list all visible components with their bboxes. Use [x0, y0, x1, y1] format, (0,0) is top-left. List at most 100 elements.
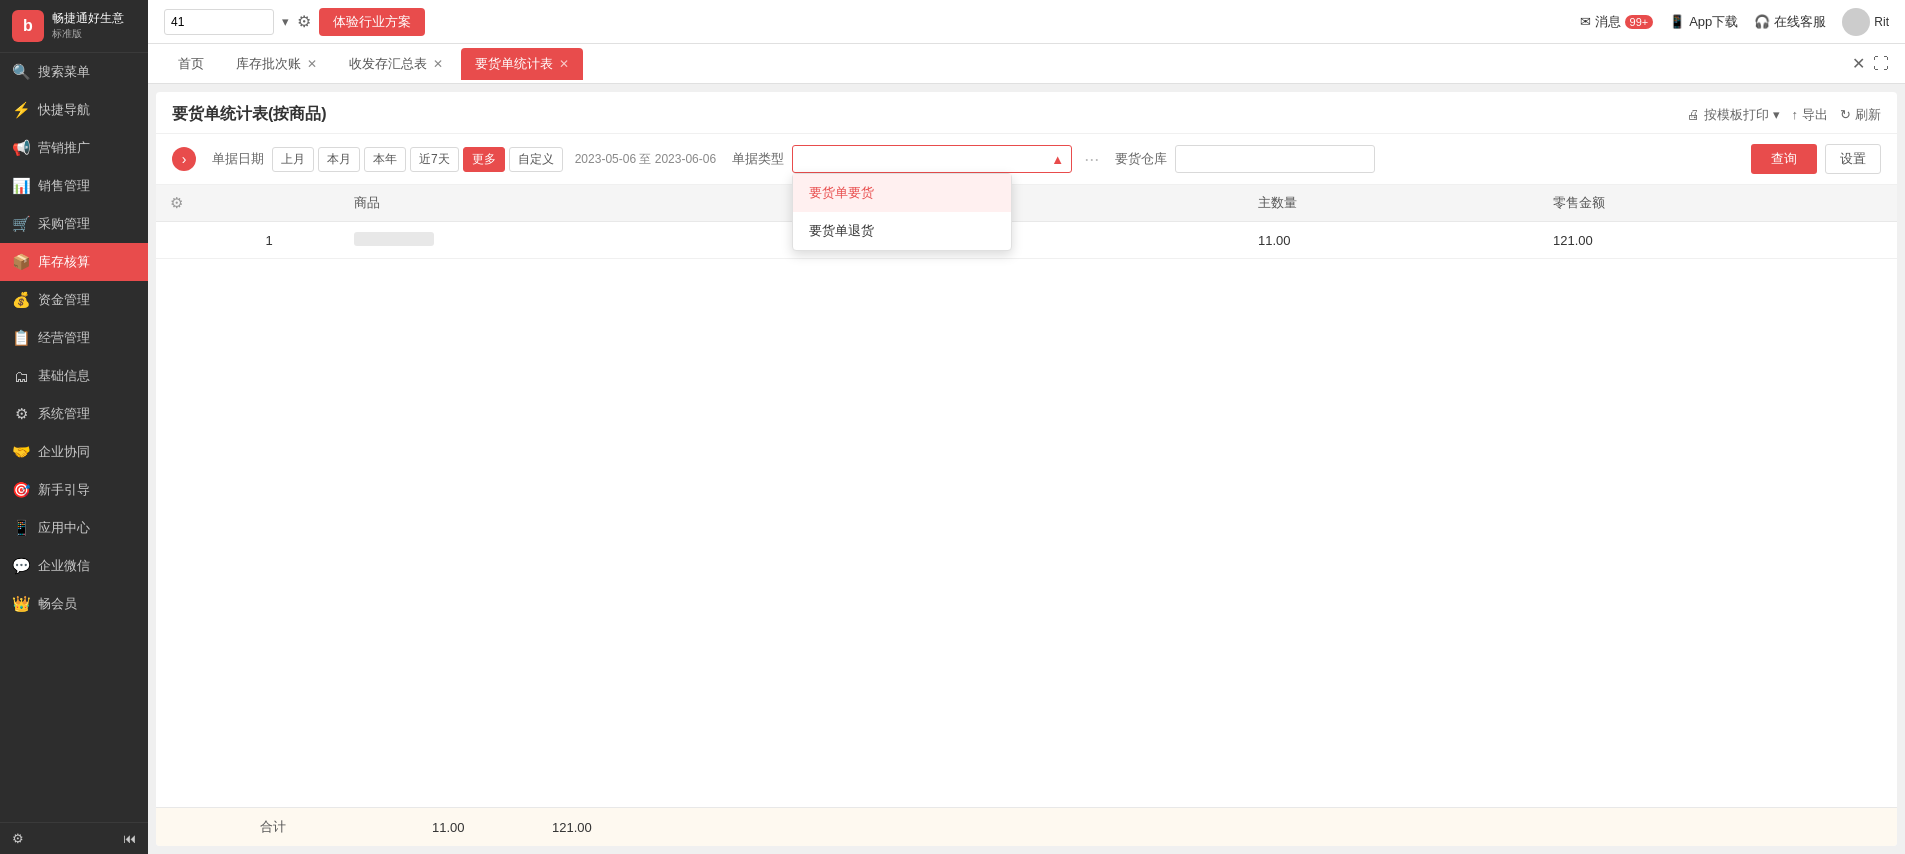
- row-settings-cell: [156, 222, 196, 259]
- wechat-icon: 💬: [12, 557, 30, 575]
- topbar-right: ✉ 消息 99+ 📱 App下载 🎧 在线客服 Rit: [1580, 8, 1889, 36]
- query-button[interactable]: 查询: [1751, 144, 1817, 174]
- sidebar-item-label-inventory: 库存核算: [38, 253, 90, 271]
- page-header: 要货单统计表(按商品) 🖨 按模板打印 ▾ ↑ 导出 ↻ 刷新: [156, 92, 1897, 134]
- sales-icon: 📊: [12, 177, 30, 195]
- tab-expand[interactable]: ⛶: [1873, 55, 1889, 73]
- filter-bar: › 单据日期 上月 本月 本年 近7天 更多 自定义 2023-05-06 至 …: [156, 134, 1897, 185]
- tab-goods-order-stats-close[interactable]: ✕: [559, 57, 569, 71]
- date-btn-more[interactable]: 更多: [463, 147, 505, 172]
- sidebar-item-operations[interactable]: 📋经营管理: [0, 319, 148, 357]
- footer-label: 合计: [260, 818, 300, 836]
- tab-receivable-summary-close[interactable]: ✕: [433, 57, 443, 71]
- messages-badge: 99+: [1625, 15, 1654, 29]
- basic-icon: 🗂: [12, 367, 30, 385]
- table-wrapper: ⚙ 商品 主计量单位 主数量 零售金额 1: [156, 185, 1897, 807]
- operations-icon: 📋: [12, 329, 30, 347]
- topbar-search-input[interactable]: [164, 9, 274, 35]
- online-service-button[interactable]: 🎧 在线客服: [1754, 13, 1826, 31]
- setting-button[interactable]: 设置: [1825, 144, 1881, 174]
- app-download-button[interactable]: 📱 App下载: [1669, 13, 1738, 31]
- settings-gear[interactable]: ⚙: [12, 831, 24, 846]
- sidebar-item-label-apps: 应用中心: [38, 519, 90, 537]
- headset-icon: 🎧: [1754, 14, 1770, 29]
- search-icon: 🔍: [12, 63, 30, 81]
- warehouse-filter-label: 要货仓库: [1115, 150, 1167, 168]
- type-select-input[interactable]: [792, 145, 1072, 173]
- row-quantity-cell: 11.00: [1246, 222, 1541, 259]
- sidebar-item-search[interactable]: 🔍搜索菜单: [0, 53, 148, 91]
- export-label: 导出: [1802, 106, 1828, 124]
- sidebar-item-enterprise[interactable]: 🤝企业协同: [0, 433, 148, 471]
- sidebar-collapse[interactable]: ⏮: [123, 831, 136, 846]
- sidebar-item-inventory[interactable]: 📦 库存核算: [0, 243, 148, 281]
- warehouse-filter-group: 要货仓库: [1115, 145, 1375, 173]
- date-btn-last-month[interactable]: 上月: [272, 147, 314, 172]
- sidebar-item-purchase[interactable]: 🛒采购管理: [0, 205, 148, 243]
- type-more-dots[interactable]: ···: [1084, 149, 1099, 170]
- filter-expand-button[interactable]: ›: [172, 147, 196, 171]
- user-profile[interactable]: Rit: [1842, 8, 1889, 36]
- date-btn-this-year[interactable]: 本年: [364, 147, 406, 172]
- tab-receivable-summary[interactable]: 收发存汇总表 ✕: [335, 48, 457, 80]
- warehouse-select-input[interactable]: [1175, 145, 1375, 173]
- marketing-icon: 📢: [12, 139, 30, 157]
- refresh-button[interactable]: ↻ 刷新: [1840, 106, 1881, 124]
- sidebar-item-label-system: 系统管理: [38, 405, 90, 423]
- online-service-label: 在线客服: [1774, 13, 1826, 31]
- tab-inventory-batch[interactable]: 库存批次账 ✕: [222, 48, 331, 80]
- topbar-gear-icon[interactable]: ⚙: [297, 12, 311, 31]
- sidebar-item-basic[interactable]: 🗂 基础信息: [0, 357, 148, 395]
- dropdown-item-order-goods[interactable]: 要货单要货: [793, 174, 1011, 212]
- type-filter-group: 单据类型 ▲ 要货单要货 要货单退货 ···: [732, 145, 1099, 173]
- gear-icon: ⚙: [12, 831, 24, 846]
- sidebar-item-guide[interactable]: 🎯新手引导: [0, 471, 148, 509]
- print-button[interactable]: 🖨 按模板打印 ▾: [1687, 106, 1780, 124]
- quick-nav-icon: ⚡: [12, 101, 30, 119]
- sidebar-item-sales[interactable]: 📊销售管理: [0, 167, 148, 205]
- refresh-icon: ↻: [1840, 107, 1851, 122]
- inventory-icon: 📦: [12, 253, 30, 271]
- sidebar-items: 🔍搜索菜单⚡快捷导航📢营销推广📊销售管理🛒采购管理 📦 库存核算 💰资金管理📋经营管理…: [0, 53, 148, 822]
- sidebar-item-label-basic: 基础信息: [38, 367, 90, 385]
- trial-industry-button[interactable]: 体验行业方案: [319, 8, 425, 36]
- page-actions: 🖨 按模板打印 ▾ ↑ 导出 ↻ 刷新: [1687, 106, 1882, 124]
- topbar-dropdown-arrow[interactable]: ▾: [282, 14, 289, 29]
- sidebar-bottom: ⚙ ⏮: [0, 822, 148, 854]
- sidebar-item-finance[interactable]: 💰资金管理: [0, 281, 148, 319]
- system-icon: ⚙: [12, 405, 30, 423]
- refresh-label: 刷新: [1855, 106, 1881, 124]
- sidebar-item-system[interactable]: ⚙ 系统管理: [0, 395, 148, 433]
- footer-amount: 121.00: [540, 820, 660, 835]
- topbar-left: ▾ ⚙ 体验行业方案: [164, 8, 1568, 36]
- sidebar-item-vip[interactable]: 👑畅会员: [0, 585, 148, 623]
- table-settings-icon[interactable]: ⚙: [170, 194, 183, 211]
- tab-home[interactable]: 首页: [164, 48, 218, 80]
- sidebar-item-marketing[interactable]: 📢营销推广: [0, 129, 148, 167]
- messages-button[interactable]: ✉ 消息 99+: [1580, 13, 1654, 31]
- type-select-arrow[interactable]: ▲: [1051, 152, 1064, 167]
- table-row: 1 块 11.00 121.00: [156, 222, 1897, 259]
- tabbar-right: ✕ ⛶: [1852, 54, 1889, 73]
- date-btn-custom[interactable]: 自定义: [509, 147, 563, 172]
- tab-close-all[interactable]: ✕: [1852, 54, 1865, 73]
- sidebar-item-wechat[interactable]: 💬企业微信: [0, 547, 148, 585]
- sidebar-item-label-guide: 新手引导: [38, 481, 90, 499]
- sidebar-item-apps[interactable]: 📱应用中心: [0, 509, 148, 547]
- app-download-label: App下载: [1689, 13, 1738, 31]
- print-dropdown-arrow[interactable]: ▾: [1773, 107, 1780, 122]
- date-range-display: 2023-05-06 至 2023-06-06: [575, 151, 716, 168]
- tab-inventory-batch-close[interactable]: ✕: [307, 57, 317, 71]
- date-filter-label: 单据日期: [212, 150, 264, 168]
- row-index-cell: 1: [196, 222, 342, 259]
- date-btn-this-month[interactable]: 本月: [318, 147, 360, 172]
- sidebar-item-label-enterprise: 企业协同: [38, 443, 90, 461]
- sidebar-item-quick-nav[interactable]: ⚡快捷导航: [0, 91, 148, 129]
- date-btn-7days[interactable]: 近7天: [410, 147, 459, 172]
- sidebar-item-label-vip: 畅会员: [38, 595, 77, 613]
- tab-goods-order-stats[interactable]: 要货单统计表 ✕: [461, 48, 583, 80]
- dropdown-item-return-goods[interactable]: 要货单退货: [793, 212, 1011, 250]
- message-icon: ✉: [1580, 14, 1591, 29]
- export-button[interactable]: ↑ 导出: [1792, 106, 1829, 124]
- col-index-header: [196, 185, 342, 222]
